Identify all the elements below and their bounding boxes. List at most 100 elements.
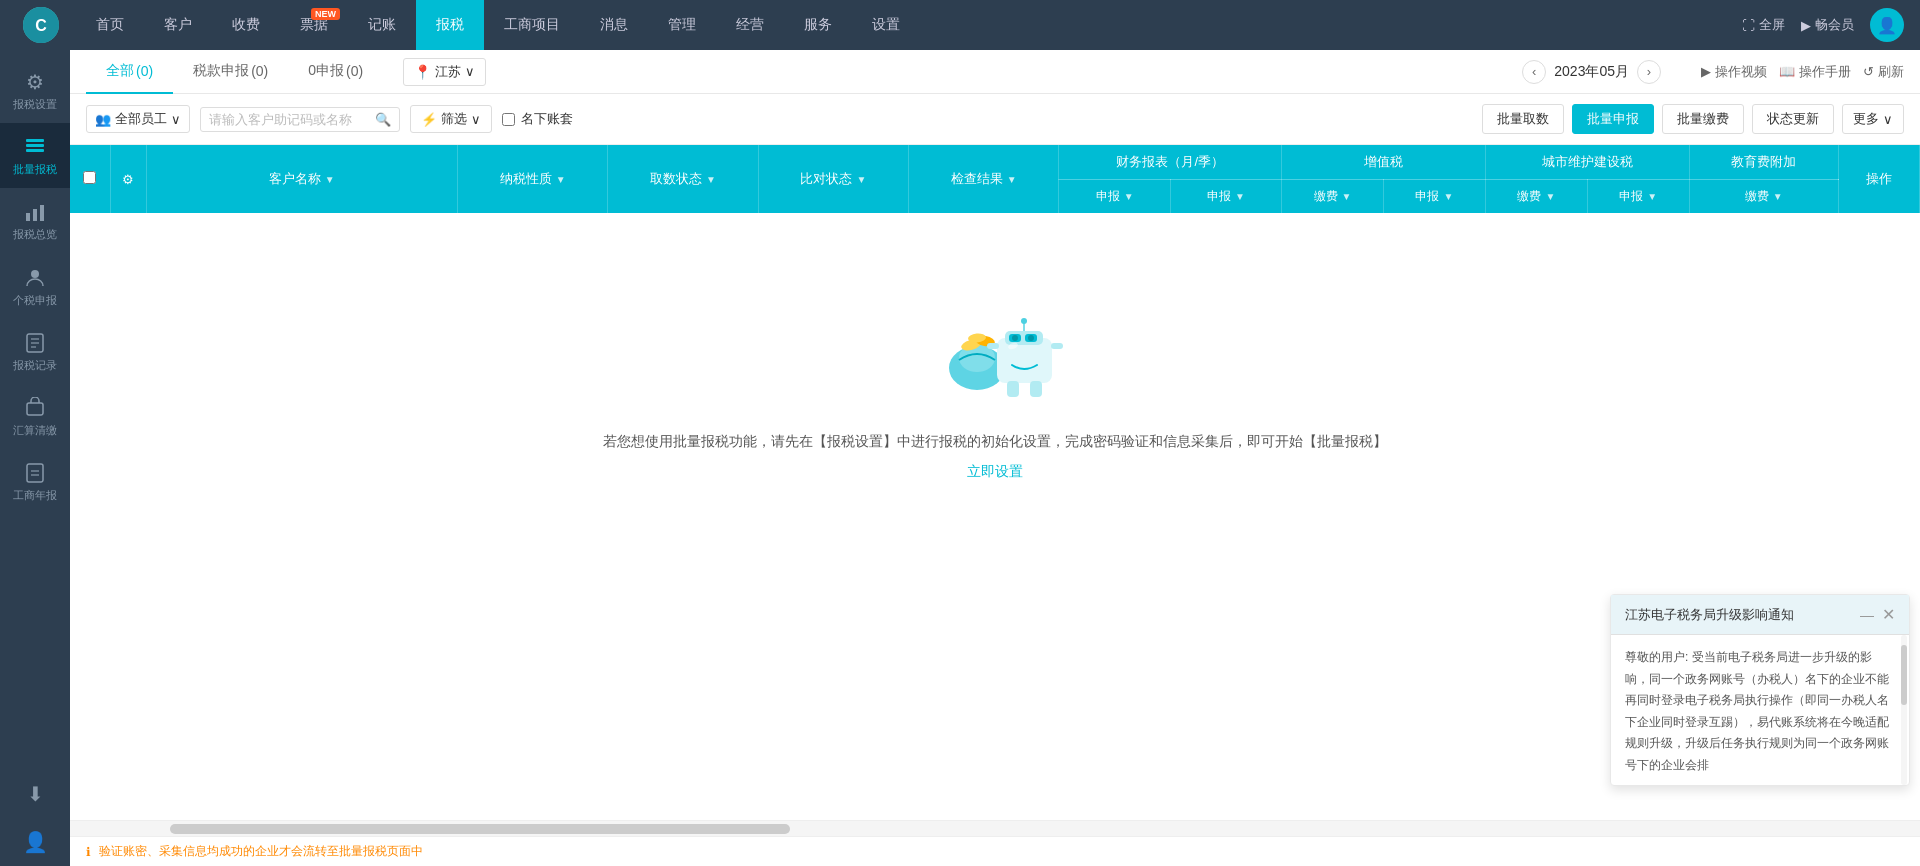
- batch-pay-btn[interactable]: 批量缴费: [1662, 104, 1744, 134]
- svg-point-27: [1028, 335, 1034, 341]
- sidebar: ⚙ 报税设置 批量报税 报税总览: [0, 50, 70, 866]
- th-edu-declare: 申报▼: [1587, 180, 1689, 214]
- data-table: ⚙ 客户名称▼ 纳税性质▼ 取数状态▼ 比对状态▼: [70, 145, 1920, 541]
- op-video-btn[interactable]: ▶ 操作视频: [1701, 63, 1767, 81]
- th-operation: 操作: [1838, 145, 1919, 213]
- notification-content: 尊敬的用户: 受当前电子税务局进一步升级的影响，同一个政务网账号（办税人）名下的…: [1625, 647, 1895, 777]
- name-accounts-checkbox[interactable]: [502, 113, 515, 126]
- table-body: 若您想使用批量报税功能，请先在【报税设置】中进行报税的初始化设置，完成密码验证和…: [70, 213, 1920, 541]
- edu-pay-filter-icon[interactable]: ▼: [1773, 191, 1783, 202]
- filter-icon: ⚡: [421, 112, 437, 127]
- nav-billing[interactable]: 收费: [212, 0, 280, 50]
- empty-state-message: 若您想使用批量报税功能，请先在【报税设置】中进行报税的初始化设置，完成密码验证和…: [603, 433, 1387, 451]
- nav-items: 首页 客户 收费 票据 NEW 记账 报税 工商项目 消息 管理 经营 服务 设…: [76, 0, 1742, 50]
- th-fin-declare: 申报▼: [1059, 180, 1170, 214]
- empty-state: 若您想使用批量报税功能，请先在【报税设置】中进行报税的初始化设置，完成密码验证和…: [70, 213, 1920, 541]
- batch-declare-btn[interactable]: 批量申报: [1572, 104, 1654, 134]
- region-selector[interactable]: 📍 江苏 ∨: [403, 58, 486, 86]
- sidebar-item-tax-settings[interactable]: ⚙ 报税设置: [0, 58, 70, 123]
- city-declare-filter-icon[interactable]: ▼: [1443, 191, 1453, 202]
- bottom-bar-text: 验证账密、采集信息均成功的企业才会流转至批量报税页面中: [99, 843, 423, 860]
- sidebar-bottom: ⬇ 👤: [0, 770, 70, 866]
- vat-pay-filter-icon[interactable]: ▼: [1342, 191, 1352, 202]
- sidebar-item-clearance[interactable]: 汇算清缴: [0, 384, 70, 449]
- scroll-thumb[interactable]: [170, 824, 790, 834]
- sidebar-item-batch-tax[interactable]: 批量报税: [0, 123, 70, 188]
- more-btn[interactable]: 更多 ∨: [1842, 104, 1904, 134]
- download-icon: ⬇: [23, 782, 47, 806]
- nav-service[interactable]: 服务: [784, 0, 852, 50]
- nav-business[interactable]: 工商项目: [484, 0, 580, 50]
- notification-header: 江苏电子税务局升级影响通知 — ✕: [1611, 595, 1909, 635]
- city-pay-filter-icon[interactable]: ▼: [1545, 191, 1555, 202]
- region-chevron-icon: ∨: [465, 64, 475, 79]
- sidebar-item-annual-report[interactable]: 工商年报: [0, 449, 70, 514]
- checkbox-label[interactable]: 名下账套: [502, 110, 573, 128]
- select-all-checkbox[interactable]: [83, 171, 96, 184]
- avatar-icon: 👤: [1877, 16, 1897, 35]
- nav-invoice[interactable]: 票据 NEW: [280, 0, 348, 50]
- notification-scrollbar-thumb[interactable]: [1901, 645, 1907, 705]
- refresh-icon: ↺: [1863, 64, 1874, 79]
- user-avatar[interactable]: 👤: [1870, 8, 1904, 42]
- tab-tax-declare[interactable]: 税款申报 (0): [173, 50, 288, 94]
- th-edu-surcharge: 教育费附加: [1689, 145, 1838, 180]
- sidebar-item-personal-tax[interactable]: 个税申报: [0, 254, 70, 319]
- logo-icon: C: [23, 7, 59, 43]
- sidebar-item-tax-record[interactable]: 报税记录: [0, 319, 70, 384]
- more-chevron-icon: ∨: [1883, 112, 1893, 127]
- info-icon: ℹ: [86, 845, 91, 859]
- vat-declare-filter-icon[interactable]: ▼: [1235, 191, 1245, 202]
- fetch-filter-icon[interactable]: ▼: [706, 174, 716, 185]
- sidebar-download[interactable]: ⬇: [0, 770, 70, 818]
- status-update-btn[interactable]: 状态更新: [1752, 104, 1834, 134]
- compare-filter-icon[interactable]: ▼: [856, 174, 866, 185]
- batch-fetch-btn[interactable]: 批量取数: [1482, 104, 1564, 134]
- user-icon: 👤: [23, 830, 47, 854]
- employee-filter[interactable]: 👥 全部员工 ∨: [86, 105, 190, 133]
- notification-close-btn[interactable]: ✕: [1882, 605, 1895, 624]
- app-logo[interactable]: C: [16, 0, 66, 50]
- prev-month-btn[interactable]: ‹: [1522, 60, 1546, 84]
- horizontal-scrollbar[interactable]: [70, 820, 1920, 836]
- check-filter-icon[interactable]: ▼: [1007, 174, 1017, 185]
- filter-btn[interactable]: ⚡ 筛选 ∨: [410, 105, 492, 133]
- clearance-icon: [23, 396, 47, 420]
- sidebar-user[interactable]: 👤: [0, 818, 70, 866]
- next-month-btn[interactable]: ›: [1637, 60, 1661, 84]
- search-icon[interactable]: 🔍: [375, 112, 391, 127]
- op-manual-btn[interactable]: 📖 操作手册: [1779, 63, 1851, 81]
- filter-chevron-icon: ∨: [471, 112, 481, 127]
- nav-customer[interactable]: 客户: [144, 0, 212, 50]
- th-city-pay: 缴费▼: [1485, 180, 1587, 214]
- top-navigation: C 首页 客户 收费 票据 NEW 记账 报税 工商项目 消息 管理 经营 服务…: [0, 0, 1920, 50]
- notification-minimize-btn[interactable]: —: [1860, 607, 1874, 623]
- nav-tax[interactable]: 报税: [416, 0, 484, 50]
- fullscreen-icon: ⛶: [1742, 18, 1755, 33]
- sidebar-item-tax-overview[interactable]: 报税总览: [0, 188, 70, 253]
- bottom-bar: ℹ 验证账密、采集信息均成功的企业才会流转至批量报税页面中: [70, 836, 1920, 866]
- search-input[interactable]: [209, 112, 375, 127]
- setup-link[interactable]: 立即设置: [967, 463, 1023, 481]
- fullscreen-btn[interactable]: ⛶ 全屏: [1742, 16, 1785, 34]
- tax-overview-icon: [23, 200, 47, 224]
- tab-all[interactable]: 全部 (0): [86, 50, 173, 94]
- edu-declare-filter-icon[interactable]: ▼: [1647, 191, 1657, 202]
- nav-operation[interactable]: 经营: [716, 0, 784, 50]
- svg-rect-4: [26, 149, 44, 152]
- nav-management[interactable]: 管理: [648, 0, 716, 50]
- fin-declare-filter-icon[interactable]: ▼: [1124, 191, 1134, 202]
- tab-zero-declare[interactable]: 0申报 (0): [288, 50, 383, 94]
- employee-dropdown-icon: ∨: [171, 112, 181, 127]
- nav-message[interactable]: 消息: [580, 0, 648, 50]
- svg-rect-3: [26, 144, 44, 147]
- nav-home[interactable]: 首页: [76, 0, 144, 50]
- client-filter-icon[interactable]: ▼: [325, 174, 335, 185]
- nav-accounting[interactable]: 记账: [348, 0, 416, 50]
- nav-settings[interactable]: 设置: [852, 0, 920, 50]
- svg-text:C: C: [35, 17, 47, 34]
- refresh-btn[interactable]: ↺ 刷新: [1863, 63, 1904, 81]
- vip-btn[interactable]: ▶ 畅会员: [1801, 16, 1854, 34]
- th-edu-pay: 缴费▼: [1689, 180, 1838, 214]
- tax-type-filter-icon[interactable]: ▼: [556, 174, 566, 185]
